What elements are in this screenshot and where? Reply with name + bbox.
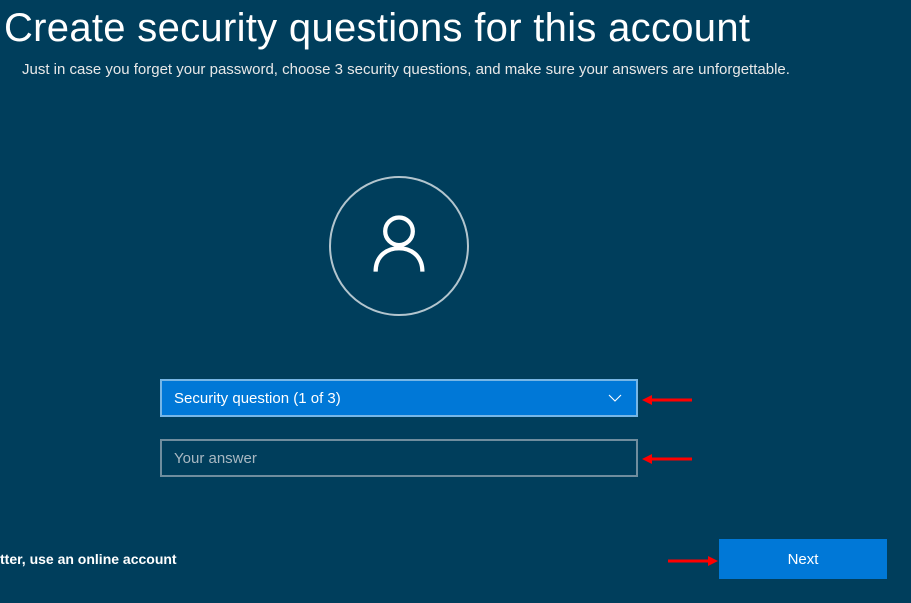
answer-input[interactable] <box>160 439 638 477</box>
security-question-select-label: Security question (1 of 3) <box>174 390 341 407</box>
page-subtitle: Just in case you forget your password, c… <box>0 51 911 78</box>
use-online-account-link[interactable]: tter, use an online account <box>0 551 177 567</box>
user-avatar-circle <box>329 176 469 316</box>
page-title: Create security questions for this accou… <box>0 0 911 51</box>
arrow-annotation-icon <box>668 554 718 572</box>
next-button[interactable]: Next <box>719 539 887 579</box>
arrow-annotation-icon <box>642 452 692 470</box>
chevron-down-icon <box>606 389 624 407</box>
user-icon <box>365 210 433 283</box>
security-question-select[interactable]: Security question (1 of 3) <box>160 379 638 417</box>
arrow-annotation-icon <box>642 393 692 411</box>
